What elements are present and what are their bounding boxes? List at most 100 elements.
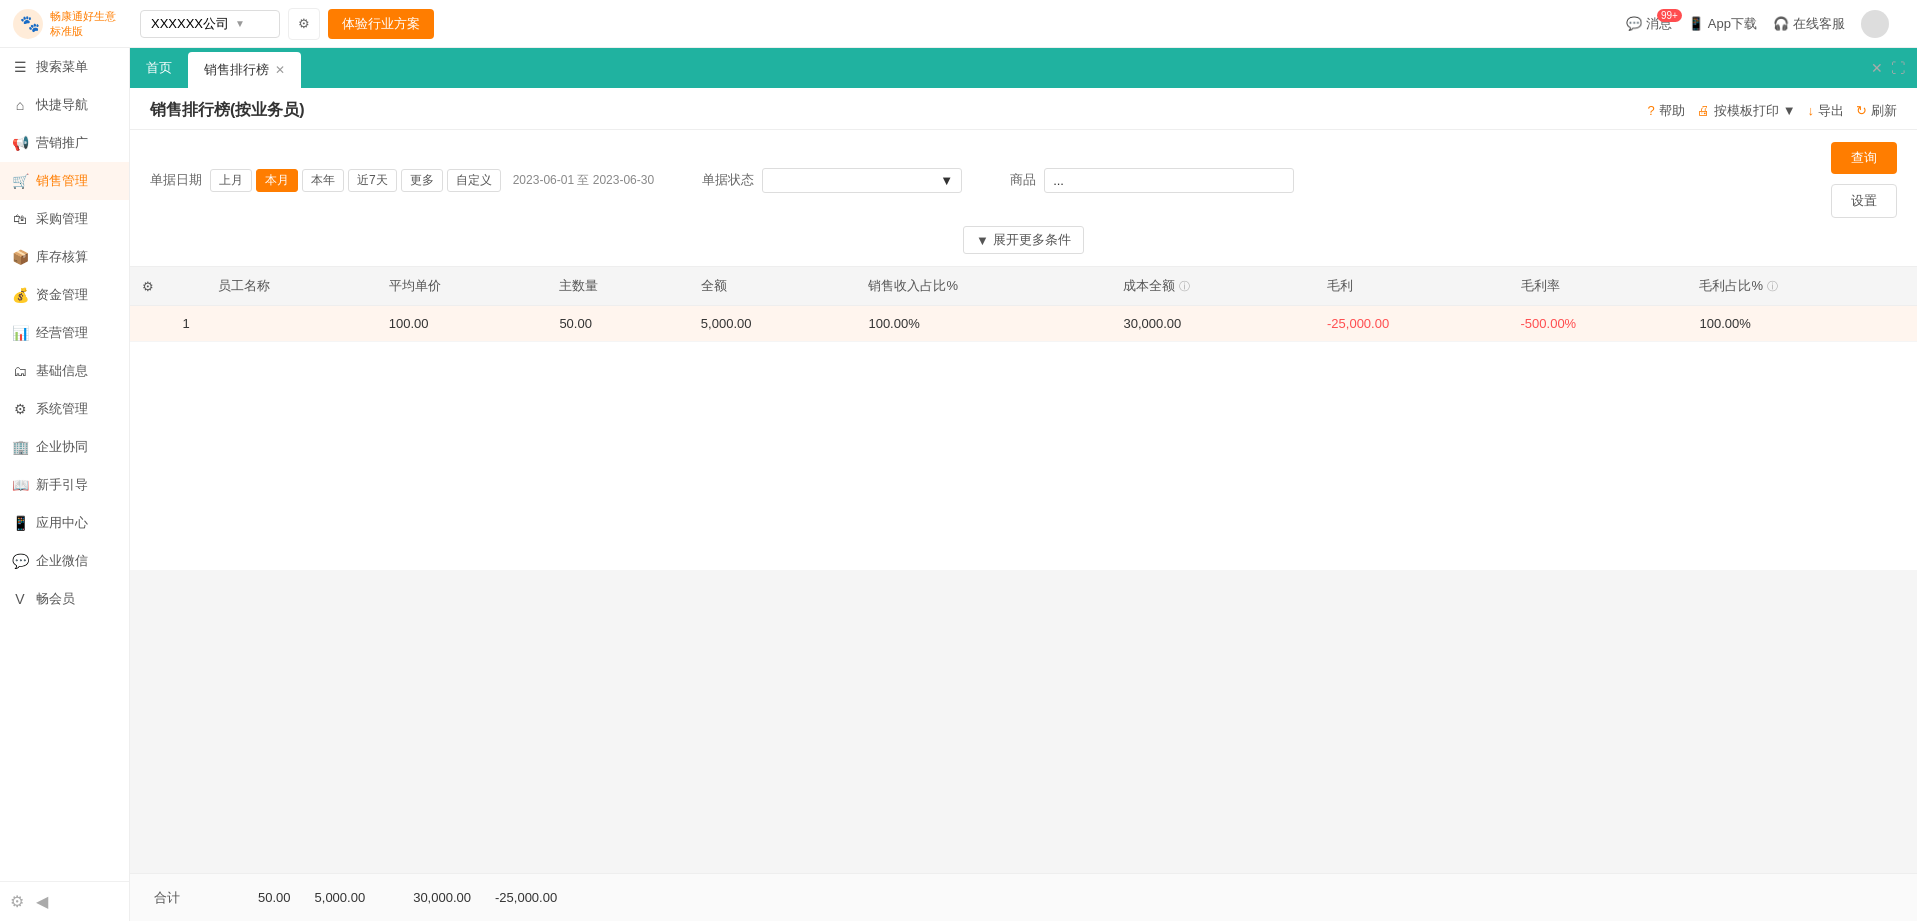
col-avg-price: 平均单价 xyxy=(377,267,548,306)
status-select[interactable]: ▼ xyxy=(762,168,962,193)
tab-close-icon[interactable]: ✕ xyxy=(275,63,285,77)
message-button[interactable]: 💬 消息 99+ xyxy=(1626,15,1672,33)
sidebar-icon-purchase-mgmt: 🛍 xyxy=(12,211,28,227)
row-rank: 1 xyxy=(166,306,206,342)
table-body: 1 100.00 50.00 5,000.00 100.00% 30,000.0… xyxy=(130,306,1917,342)
sidebar-bottom: ⚙ ◀ xyxy=(0,881,129,921)
tab-sales-ranking[interactable]: 销售排行榜 ✕ xyxy=(188,52,301,88)
page-header: 销售排行榜(按业务员) ? 帮助 🖨 按模板打印 ▼ ↓ 导出 xyxy=(130,88,1917,130)
status-filter: 单据状态 ▼ xyxy=(702,168,962,193)
sidebar-icon-finance: 💰 xyxy=(12,287,28,303)
sidebar-item-quick-nav[interactable]: ⌂ 快捷导航 xyxy=(0,86,129,124)
message-badge: 99+ xyxy=(1657,9,1682,22)
footer-amount: 5,000.00 xyxy=(303,884,378,911)
tab-home[interactable]: 首页 xyxy=(130,48,188,88)
query-button[interactable]: 查询 xyxy=(1831,142,1897,174)
table-container: ⚙ 员工名称 平均单价 主数量 全额 销售收入占比% 成本全额 ⓘ 毛利 毛利率 xyxy=(130,267,1917,570)
trial-button[interactable]: 体验行业方案 xyxy=(328,9,434,39)
date-filter: 单据日期 上月 本月 本年 近7天 更多 自定义 2023-06-01 至 20… xyxy=(150,169,654,192)
row-cost: 30,000.00 xyxy=(1111,306,1315,342)
cost-help-icon[interactable]: ⓘ xyxy=(1179,280,1190,292)
footer-sales-pct xyxy=(377,892,401,904)
date-btn-more[interactable]: 更多 xyxy=(401,169,443,192)
sidebar-item-search-orders[interactable]: ☰ 搜索菜单 xyxy=(0,48,129,86)
sidebar-item-system-mgmt[interactable]: ⚙ 系统管理 xyxy=(0,390,129,428)
window-close-icon[interactable]: ✕ xyxy=(1871,60,1883,76)
footer-label: 合计 xyxy=(142,889,222,907)
sidebar-item-operations[interactable]: 📊 经营管理 xyxy=(0,314,129,352)
avatar[interactable] xyxy=(1861,10,1889,38)
sidebar-label-inventory: 库存核算 xyxy=(36,248,88,266)
sidebar-item-purchase-mgmt[interactable]: 🛍 采购管理 xyxy=(0,200,129,238)
tab-bar: 首页 销售排行榜 ✕ ✕ ⛶ xyxy=(130,48,1917,88)
company-selector[interactable]: XXXXXX公司 ▼ xyxy=(140,10,280,38)
expand-icon: ▼ xyxy=(976,233,989,248)
sidebar-label-basic-info: 基础信息 xyxy=(36,362,88,380)
sidebar-item-wechat[interactable]: 💬 企业微信 xyxy=(0,542,129,580)
col-profit: 毛利 xyxy=(1315,267,1509,306)
goods-more-icon: ... xyxy=(1053,173,1064,188)
table-settings-button[interactable]: 设置 xyxy=(1831,184,1897,218)
message-icon: 💬 xyxy=(1626,16,1642,31)
col-sales-pct: 销售收入占比% xyxy=(856,267,1111,306)
online-service-button[interactable]: 🎧 在线客服 xyxy=(1773,15,1845,33)
goods-select[interactable]: ... xyxy=(1044,168,1294,193)
date-btn-this-month[interactable]: 本月 xyxy=(256,169,298,192)
date-btn-custom[interactable]: 自定义 xyxy=(447,169,501,192)
profit-pct-help-icon[interactable]: ⓘ xyxy=(1767,280,1778,292)
print-button[interactable]: 🖨 按模板打印 ▼ xyxy=(1697,102,1796,120)
sidebar-icon-marketing: 📢 xyxy=(12,135,28,151)
page-title: 销售排行榜(按业务员) xyxy=(150,100,305,121)
sidebar-collapse-icon[interactable]: ◀ xyxy=(36,892,48,911)
sidebar-item-inventory[interactable]: 📦 库存核算 xyxy=(0,238,129,276)
sidebar-settings-icon[interactable]: ⚙ xyxy=(10,892,24,911)
sidebar-label-system-mgmt: 系统管理 xyxy=(36,400,88,418)
sidebar-icon-wechat: 💬 xyxy=(12,553,28,569)
top-right-area: 💬 消息 99+ 📱 App下载 🎧 在线客服 xyxy=(1626,10,1905,38)
sidebar-label-search-orders: 搜索菜单 xyxy=(36,58,88,76)
app-download-button[interactable]: 📱 App下载 xyxy=(1688,15,1757,33)
filter-area: 单据日期 上月 本月 本年 近7天 更多 自定义 2023-06-01 至 20… xyxy=(130,130,1917,267)
row-profit-rate: -500.00% xyxy=(1509,306,1688,342)
col-profit-rate: 毛利率 xyxy=(1509,267,1688,306)
col-name: 员工名称 xyxy=(206,267,377,306)
goods-label: 商品 xyxy=(1010,171,1036,189)
window-maximize-icon[interactable]: ⛶ xyxy=(1891,60,1905,76)
date-btn-last-month[interactable]: 上月 xyxy=(210,169,252,192)
sidebar-icon-quick-nav: ⌂ xyxy=(12,97,28,113)
logo: 🐾 畅康通好生意 标准版 xyxy=(12,8,132,40)
row-name xyxy=(206,306,377,342)
row-profit-pct: 100.00% xyxy=(1687,306,1917,342)
sidebar-icon-enterprise: 🏢 xyxy=(12,439,28,455)
chevron-down-icon: ▼ xyxy=(235,18,245,29)
sidebar-item-basic-info[interactable]: 🗂 基础信息 xyxy=(0,352,129,390)
date-label: 单据日期 xyxy=(150,171,202,189)
col-cost: 成本全额 ⓘ xyxy=(1111,267,1315,306)
col-settings[interactable]: ⚙ xyxy=(130,267,166,306)
expand-conditions-button[interactable]: ▼ 展开更多条件 xyxy=(963,226,1084,254)
sidebar-item-enterprise[interactable]: 🏢 企业协同 xyxy=(0,428,129,466)
sidebar-icon-beginner: 📖 xyxy=(12,477,28,493)
row-amount: 5,000.00 xyxy=(689,306,857,342)
sidebar-label-purchase-mgmt: 采购管理 xyxy=(36,210,88,228)
refresh-button[interactable]: ↻ 刷新 xyxy=(1856,102,1897,120)
content-area: 首页 销售排行榜 ✕ ✕ ⛶ 销售排行榜(按业务员) ? 帮助 xyxy=(130,48,1917,921)
date-btn-this-year[interactable]: 本年 xyxy=(302,169,344,192)
help-button[interactable]: ? 帮助 xyxy=(1647,102,1684,120)
logo-icon: 🐾 xyxy=(12,8,44,40)
print-icon: 🖨 xyxy=(1697,103,1710,118)
sidebar-item-vip[interactable]: V 畅会员 xyxy=(0,580,129,618)
footer-cost: 30,000.00 xyxy=(401,884,483,911)
date-btn-7days[interactable]: 近7天 xyxy=(348,169,397,192)
sidebar-icon-search-orders: ☰ xyxy=(12,59,28,75)
row-avg-price: 100.00 xyxy=(377,306,548,342)
sidebar-item-beginner[interactable]: 📖 新手引导 xyxy=(0,466,129,504)
sidebar-item-sales-mgmt[interactable]: 🛒 销售管理 xyxy=(0,162,129,200)
settings-icon-btn[interactable]: ⚙ xyxy=(288,8,320,40)
export-button[interactable]: ↓ 导出 xyxy=(1808,102,1845,120)
row-profit: -25,000.00 xyxy=(1315,306,1509,342)
sidebar-item-finance[interactable]: 💰 资金管理 xyxy=(0,276,129,314)
sidebar-item-marketing[interactable]: 📢 营销推广 xyxy=(0,124,129,162)
empty-space xyxy=(130,570,1917,873)
sidebar-item-app-center[interactable]: 📱 应用中心 xyxy=(0,504,129,542)
